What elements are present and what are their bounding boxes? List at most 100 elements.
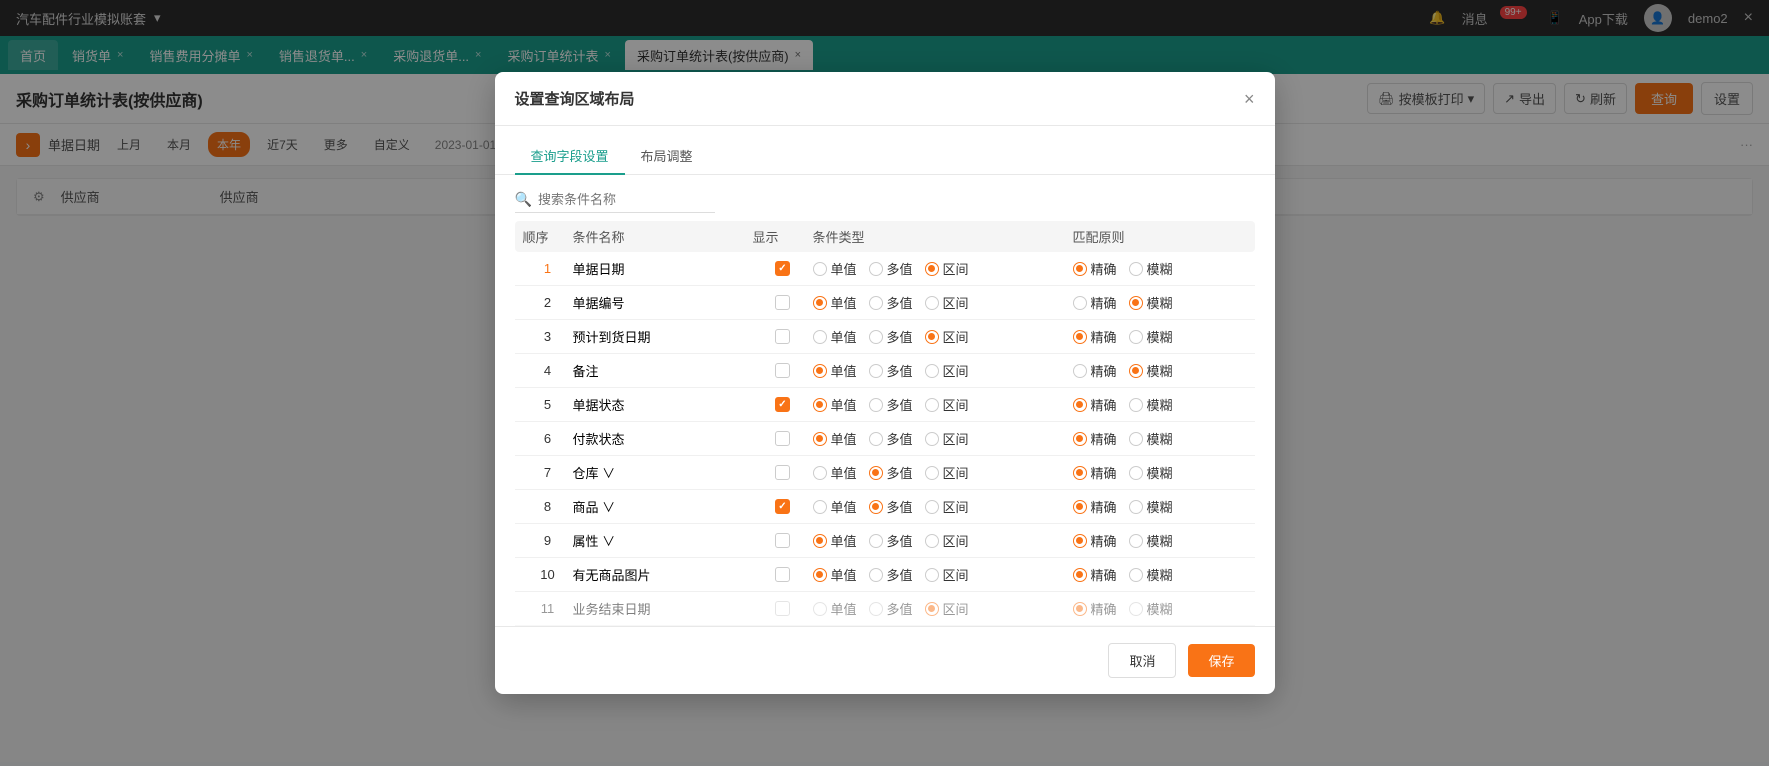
row-9-checkbox[interactable] (775, 533, 790, 548)
row-4-checkbox[interactable] (775, 363, 790, 378)
radio-exact-4[interactable] (1073, 364, 1087, 378)
row-5-checkbox[interactable] (775, 397, 790, 412)
row-3-match-exact[interactable]: 精确 (1073, 327, 1117, 346)
radio-single-1[interactable] (813, 262, 827, 276)
dialog-tab-fields[interactable]: 查询字段设置 (515, 138, 625, 175)
dialog-close-button[interactable]: × (1244, 90, 1255, 108)
radio-exact-2[interactable] (1073, 296, 1087, 310)
radio-single-7[interactable] (813, 466, 827, 480)
row-3-display[interactable] (753, 329, 813, 344)
search-input[interactable] (538, 192, 698, 207)
row-6-display[interactable] (753, 431, 813, 446)
radio-range-6[interactable] (925, 432, 939, 446)
row-5-match-exact[interactable]: 精确 (1073, 395, 1117, 414)
row-11-type-range[interactable]: 区间 (925, 599, 969, 618)
row-2-type-single[interactable]: 单值 (813, 293, 857, 312)
row-3-type-range[interactable]: 区间 (925, 327, 969, 346)
radio-fuzzy-8[interactable] (1129, 500, 1143, 514)
radio-single-6[interactable] (813, 432, 827, 446)
radio-fuzzy-6[interactable] (1129, 432, 1143, 446)
radio-exact-8[interactable] (1073, 500, 1087, 514)
row-9-type-multi[interactable]: 多值 (869, 531, 913, 550)
row-10-type-range[interactable]: 区间 (925, 565, 969, 584)
radio-single-5[interactable] (813, 398, 827, 412)
radio-single-11[interactable] (813, 602, 827, 616)
row-11-checkbox[interactable] (775, 601, 790, 616)
row-2-type-multi[interactable]: 多值 (869, 293, 913, 312)
radio-exact-10[interactable] (1073, 568, 1087, 582)
radio-fuzzy-1[interactable] (1129, 262, 1143, 276)
radio-single-3[interactable] (813, 330, 827, 344)
radio-range-3[interactable] (925, 330, 939, 344)
radio-range-4[interactable] (925, 364, 939, 378)
radio-fuzzy-10[interactable] (1129, 568, 1143, 582)
radio-fuzzy-9[interactable] (1129, 534, 1143, 548)
radio-multi-6[interactable] (869, 432, 883, 446)
radio-range-7[interactable] (925, 466, 939, 480)
row-4-match-fuzzy[interactable]: 模糊 (1129, 361, 1173, 380)
row-1-display[interactable] (753, 261, 813, 276)
row-11-type-multi[interactable]: 多值 (869, 599, 913, 618)
row-9-type-range[interactable]: 区间 (925, 531, 969, 550)
row-5-match-fuzzy[interactable]: 模糊 (1129, 395, 1173, 414)
row-2-match-fuzzy[interactable]: 模糊 (1129, 293, 1173, 312)
row-8-checkbox[interactable] (775, 499, 790, 514)
row-3-type-single[interactable]: 单值 (813, 327, 857, 346)
row-1-type-multi[interactable]: 多值 (869, 259, 913, 278)
radio-fuzzy-4[interactable] (1129, 364, 1143, 378)
radio-multi-11[interactable] (869, 602, 883, 616)
row-8-match-exact[interactable]: 精确 (1073, 497, 1117, 516)
row-5-display[interactable] (753, 397, 813, 412)
row-7-type-single[interactable]: 单值 (813, 463, 857, 482)
radio-range-10[interactable] (925, 568, 939, 582)
radio-fuzzy-7[interactable] (1129, 466, 1143, 480)
radio-multi-5[interactable] (869, 398, 883, 412)
radio-multi-2[interactable] (869, 296, 883, 310)
row-7-match-exact[interactable]: 精确 (1073, 463, 1117, 482)
row-2-display[interactable] (753, 295, 813, 310)
row-2-match-exact[interactable]: 精确 (1073, 293, 1117, 312)
radio-range-9[interactable] (925, 534, 939, 548)
row-1-type-range[interactable]: 区间 (925, 259, 969, 278)
row-4-match-exact[interactable]: 精确 (1073, 361, 1117, 380)
row-4-display[interactable] (753, 363, 813, 378)
row-6-match-fuzzy[interactable]: 模糊 (1129, 429, 1173, 448)
radio-exact-3[interactable] (1073, 330, 1087, 344)
radio-range-2[interactable] (925, 296, 939, 310)
row-10-match-fuzzy[interactable]: 模糊 (1129, 565, 1173, 584)
row-8-type-range[interactable]: 区间 (925, 497, 969, 516)
row-4-type-single[interactable]: 单值 (813, 361, 857, 380)
row-9-match-exact[interactable]: 精确 (1073, 531, 1117, 550)
radio-exact-9[interactable] (1073, 534, 1087, 548)
row-5-type-range[interactable]: 区间 (925, 395, 969, 414)
radio-exact-6[interactable] (1073, 432, 1087, 446)
radio-multi-7[interactable] (869, 466, 883, 480)
radio-fuzzy-2[interactable] (1129, 296, 1143, 310)
row-4-type-range[interactable]: 区间 (925, 361, 969, 380)
radio-multi-1[interactable] (869, 262, 883, 276)
row-8-match-fuzzy[interactable]: 模糊 (1129, 497, 1173, 516)
row-8-display[interactable] (753, 499, 813, 514)
row-1-match-fuzzy[interactable]: 模糊 (1129, 259, 1173, 278)
radio-exact-7[interactable] (1073, 466, 1087, 480)
radio-fuzzy-11[interactable] (1129, 602, 1143, 616)
row-10-checkbox[interactable] (775, 567, 790, 582)
row-8-type-single[interactable]: 单值 (813, 497, 857, 516)
radio-single-9[interactable] (813, 534, 827, 548)
radio-exact-11[interactable] (1073, 602, 1087, 616)
row-9-type-single[interactable]: 单值 (813, 531, 857, 550)
row-7-display[interactable] (753, 465, 813, 480)
row-10-type-multi[interactable]: 多值 (869, 565, 913, 584)
row-10-match-exact[interactable]: 精确 (1073, 565, 1117, 584)
row-6-type-range[interactable]: 区间 (925, 429, 969, 448)
row-1-type-single[interactable]: 单值 (813, 259, 857, 278)
row-4-type-multi[interactable]: 多值 (869, 361, 913, 380)
row-3-match-fuzzy[interactable]: 模糊 (1129, 327, 1173, 346)
radio-multi-10[interactable] (869, 568, 883, 582)
row-11-match-fuzzy[interactable]: 模糊 (1129, 599, 1173, 618)
row-2-checkbox[interactable] (775, 295, 790, 310)
row-1-match-exact[interactable]: 精确 (1073, 259, 1117, 278)
row-11-match-exact[interactable]: 精确 (1073, 599, 1117, 618)
row-11-type-single[interactable]: 单值 (813, 599, 857, 618)
row-1-checkbox[interactable] (775, 261, 790, 276)
